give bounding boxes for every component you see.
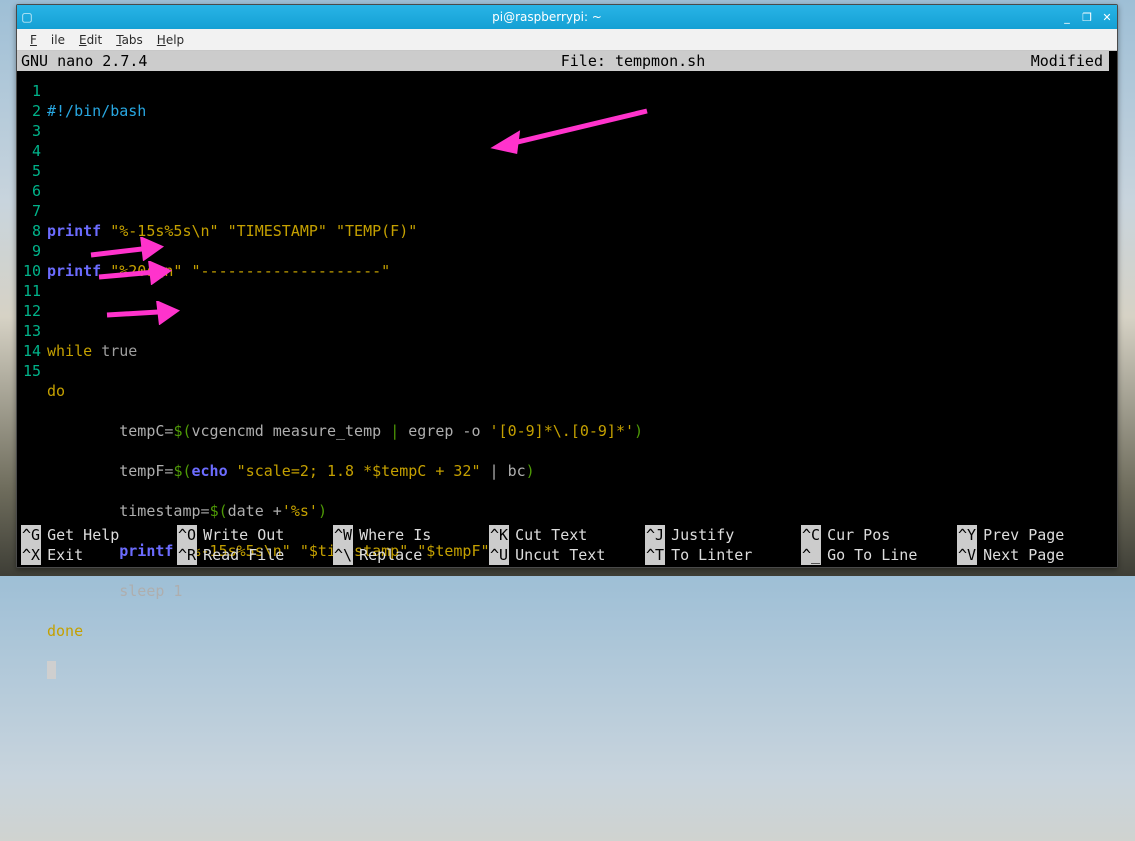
cursor bbox=[47, 661, 56, 679]
shortcut-item: ^K Cut Text bbox=[489, 525, 645, 545]
shortcut-key: ^\ bbox=[333, 545, 353, 565]
shortcut-label: Prev Page bbox=[983, 525, 1064, 545]
shortcut-label: Justify bbox=[671, 525, 734, 545]
nano-modified: Modified bbox=[989, 51, 1109, 71]
shortcut-item: ^J Justify bbox=[645, 525, 801, 545]
menubar: File Edit Tabs Help bbox=[17, 29, 1117, 51]
shortcut-label: Where Is bbox=[359, 525, 431, 545]
line-number: 15 bbox=[17, 361, 41, 381]
app-icon: ▢ bbox=[17, 10, 37, 24]
code-area[interactable]: #!/bin/bash printf "%-15s%5s\n" "TIMESTA… bbox=[47, 81, 1109, 533]
shortcut-key: ^J bbox=[645, 525, 665, 545]
shortcut-item: ^G Get Help bbox=[21, 525, 177, 545]
line-number: 10 bbox=[17, 261, 41, 281]
nano-filename: File: tempmon.sh bbox=[277, 51, 989, 71]
shortcut-key: ^X bbox=[21, 545, 41, 565]
shortcut-label: Cur Pos bbox=[827, 525, 890, 545]
shortcut-label: Replace bbox=[359, 545, 422, 565]
shortcut-label: Read File bbox=[203, 545, 284, 565]
line-number: 3 bbox=[17, 121, 41, 141]
shortcut-key: ^V bbox=[957, 545, 977, 565]
shortcut-label: Exit bbox=[47, 545, 83, 565]
shortcut-key: ^K bbox=[489, 525, 509, 545]
shortcut-key: ^O bbox=[177, 525, 197, 545]
nano-shortcut-bar: ^G Get Help ^O Write Out ^W Where Is ^K Cut Tex… bbox=[17, 525, 1117, 567]
shortcut-item: ^V Next Page bbox=[957, 545, 1113, 565]
editor-area[interactable]: 123456789101112131415 #!/bin/bash printf… bbox=[17, 81, 1109, 533]
menu-tabs[interactable]: Tabs bbox=[109, 31, 150, 49]
shortcut-key: ^W bbox=[333, 525, 353, 545]
shortcut-label: Next Page bbox=[983, 545, 1064, 565]
shortcut-label: To Linter bbox=[671, 545, 752, 565]
shortcut-item: ^T To Linter bbox=[645, 545, 801, 565]
shortcut-item: ^O Write Out bbox=[177, 525, 333, 545]
menu-help[interactable]: Help bbox=[150, 31, 191, 49]
shortcut-key: ^C bbox=[801, 525, 821, 545]
line-number: 7 bbox=[17, 201, 41, 221]
line-number: 12 bbox=[17, 301, 41, 321]
shortcut-label: Cut Text bbox=[515, 525, 587, 545]
line-number: 1 bbox=[17, 81, 41, 101]
terminal-window: ▢ pi@raspberrypi: ~ _ ❐ ✕ File Edit Tabs… bbox=[16, 4, 1118, 568]
window-title: pi@raspberrypi: ~ bbox=[37, 10, 1057, 24]
nano-statusbar: GNU nano 2.7.4 File: tempmon.sh Modified bbox=[17, 51, 1109, 71]
line-number: 13 bbox=[17, 321, 41, 341]
shortcut-item: ^R Read File bbox=[177, 545, 333, 565]
nano-version: GNU nano 2.7.4 bbox=[17, 51, 277, 71]
shortcut-label: Write Out bbox=[203, 525, 284, 545]
shortcut-label: Go To Line bbox=[827, 545, 917, 565]
shortcut-item: ^C Cur Pos bbox=[801, 525, 957, 545]
menu-edit[interactable]: Edit bbox=[72, 31, 109, 49]
shortcut-item: ^\ Replace bbox=[333, 545, 489, 565]
line-number: 8 bbox=[17, 221, 41, 241]
shortcut-key: ^U bbox=[489, 545, 509, 565]
shortcut-item: ^Y Prev Page bbox=[957, 525, 1113, 545]
shortcut-label: Uncut Text bbox=[515, 545, 605, 565]
shortcut-item: ^W Where Is bbox=[333, 525, 489, 545]
shortcut-key: ^_ bbox=[801, 545, 821, 565]
shortcut-key: ^Y bbox=[957, 525, 977, 545]
line-gutter: 123456789101112131415 bbox=[17, 81, 47, 533]
line-number: 5 bbox=[17, 161, 41, 181]
shortcut-item: ^U Uncut Text bbox=[489, 545, 645, 565]
shortcut-key: ^T bbox=[645, 545, 665, 565]
line-number: 2 bbox=[17, 101, 41, 121]
shortcut-item: ^X Exit bbox=[21, 545, 177, 565]
close-button[interactable]: ✕ bbox=[1097, 7, 1117, 27]
titlebar[interactable]: ▢ pi@raspberrypi: ~ _ ❐ ✕ bbox=[17, 5, 1117, 29]
shortcut-label: Get Help bbox=[47, 525, 119, 545]
line-number: 9 bbox=[17, 241, 41, 261]
line-number: 11 bbox=[17, 281, 41, 301]
shortcut-key: ^G bbox=[21, 525, 41, 545]
line-number: 4 bbox=[17, 141, 41, 161]
minimize-button[interactable]: _ bbox=[1057, 7, 1077, 27]
terminal-body[interactable]: GNU nano 2.7.4 File: tempmon.sh Modified… bbox=[17, 51, 1117, 567]
shortcut-key: ^R bbox=[177, 545, 197, 565]
line-number: 6 bbox=[17, 181, 41, 201]
menu-file[interactable]: File bbox=[23, 31, 72, 49]
line-number: 14 bbox=[17, 341, 41, 361]
maximize-button[interactable]: ❐ bbox=[1077, 7, 1097, 27]
shortcut-item: ^_ Go To Line bbox=[801, 545, 957, 565]
